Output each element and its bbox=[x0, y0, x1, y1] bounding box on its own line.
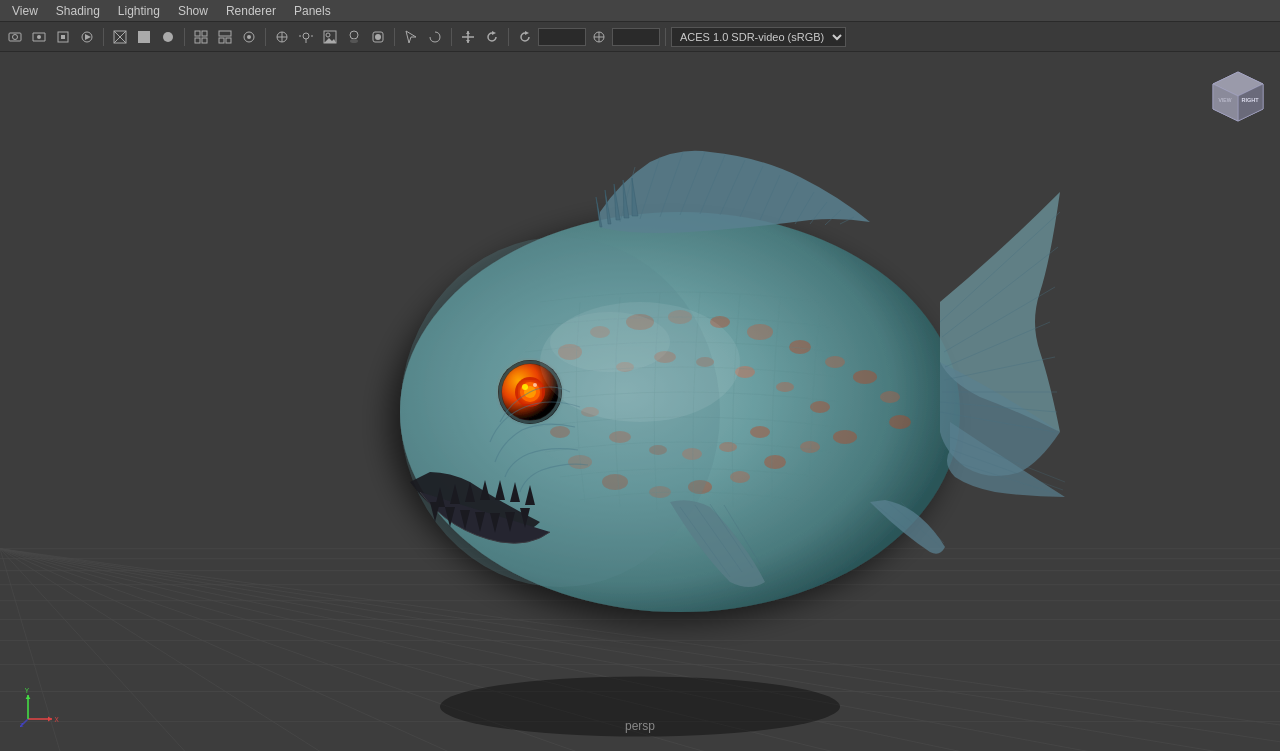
lasso-btn[interactable] bbox=[424, 26, 446, 48]
toolbar: 0.00 1.00 ACES 1.0 SDR-video (sRGB) bbox=[0, 22, 1280, 52]
svg-rect-17 bbox=[219, 31, 231, 36]
svg-rect-14 bbox=[202, 31, 207, 36]
svg-point-102 bbox=[719, 442, 737, 452]
snap-btn[interactable] bbox=[238, 26, 260, 48]
axis-indicator: X Y Z bbox=[20, 687, 60, 727]
svg-point-124 bbox=[522, 384, 528, 390]
svg-text:Y: Y bbox=[25, 687, 30, 694]
svg-point-33 bbox=[350, 39, 358, 43]
render-icon[interactable] bbox=[76, 26, 98, 48]
svg-marker-31 bbox=[324, 38, 336, 43]
svg-rect-16 bbox=[202, 38, 207, 43]
svg-point-90 bbox=[800, 441, 820, 453]
texture-btn[interactable] bbox=[319, 26, 341, 48]
select-btn[interactable] bbox=[400, 26, 422, 48]
separator-5 bbox=[451, 28, 452, 46]
svg-marker-39 bbox=[466, 31, 470, 34]
svg-point-35 bbox=[375, 34, 381, 40]
menu-item-view[interactable]: View bbox=[4, 2, 46, 20]
menu-item-show[interactable]: Show bbox=[170, 2, 216, 20]
svg-point-80 bbox=[880, 391, 900, 403]
separator-7 bbox=[665, 28, 666, 46]
svg-point-103 bbox=[750, 426, 770, 438]
svg-rect-19 bbox=[226, 38, 231, 43]
svg-point-79 bbox=[853, 370, 877, 384]
exposure-icon[interactable] bbox=[588, 26, 610, 48]
menu-item-shading[interactable]: Shading bbox=[48, 2, 108, 20]
svg-point-81 bbox=[889, 415, 911, 429]
svg-text:Z: Z bbox=[20, 722, 24, 727]
wireframe-btn[interactable] bbox=[109, 26, 131, 48]
separator-1 bbox=[103, 28, 104, 46]
svg-rect-5 bbox=[61, 35, 65, 39]
svg-rect-18 bbox=[219, 38, 224, 43]
svg-marker-172 bbox=[48, 717, 52, 722]
svg-point-25 bbox=[303, 33, 309, 39]
svg-point-88 bbox=[730, 471, 750, 483]
menu-item-renderer[interactable]: Renderer bbox=[218, 2, 284, 20]
viewport[interactable]: RIGHT VIEW persp X Y Z bbox=[0, 52, 1280, 751]
perspective-label: persp bbox=[625, 719, 655, 733]
svg-text:VIEW: VIEW bbox=[1219, 97, 1232, 103]
menu-bar: View Shading Lighting Show Renderer Pane… bbox=[0, 0, 1280, 22]
solid-btn[interactable] bbox=[133, 26, 155, 48]
svg-marker-175 bbox=[26, 695, 31, 699]
separator-3 bbox=[265, 28, 266, 46]
svg-marker-41 bbox=[492, 31, 496, 35]
camera-tool-btn[interactable] bbox=[4, 26, 26, 48]
svg-marker-40 bbox=[466, 40, 470, 43]
exposure-input[interactable]: 0.00 bbox=[538, 28, 586, 46]
svg-text:RIGHT: RIGHT bbox=[1241, 97, 1259, 103]
svg-point-78 bbox=[825, 356, 845, 368]
svg-point-21 bbox=[247, 35, 251, 39]
color-management-select[interactable]: ACES 1.0 SDR-video (sRGB) bbox=[671, 27, 846, 47]
layout-btn[interactable] bbox=[214, 26, 236, 48]
view-cube[interactable]: RIGHT VIEW bbox=[1208, 64, 1268, 124]
svg-point-96 bbox=[776, 382, 794, 392]
svg-rect-11 bbox=[138, 31, 150, 43]
svg-point-125 bbox=[533, 383, 537, 387]
svg-point-91 bbox=[833, 430, 857, 444]
svg-rect-15 bbox=[195, 38, 200, 43]
svg-point-3 bbox=[37, 35, 41, 39]
svg-marker-36 bbox=[406, 31, 416, 43]
svg-rect-13 bbox=[195, 31, 200, 36]
menu-item-lighting[interactable]: Lighting bbox=[110, 2, 168, 20]
svg-point-89 bbox=[764, 455, 786, 469]
isolate-btn[interactable] bbox=[271, 26, 293, 48]
separator-2 bbox=[184, 28, 185, 46]
svg-point-97 bbox=[810, 401, 830, 413]
svg-point-1 bbox=[13, 34, 18, 39]
smooth-btn[interactable] bbox=[157, 26, 179, 48]
transform-icon[interactable] bbox=[52, 26, 74, 48]
fish-3d-model bbox=[220, 102, 1080, 702]
svg-marker-42 bbox=[525, 31, 529, 35]
svg-marker-7 bbox=[85, 34, 91, 40]
gamma-input[interactable]: 1.00 bbox=[612, 28, 660, 46]
move-btn[interactable] bbox=[457, 26, 479, 48]
menu-item-panels[interactable]: Panels bbox=[286, 2, 339, 20]
svg-text:X: X bbox=[54, 716, 59, 723]
exposure-refresh-btn[interactable] bbox=[514, 26, 536, 48]
svg-point-12 bbox=[163, 32, 173, 42]
shadow-btn[interactable] bbox=[343, 26, 365, 48]
render2-btn[interactable] bbox=[367, 26, 389, 48]
separator-6 bbox=[508, 28, 509, 46]
light-btn[interactable] bbox=[295, 26, 317, 48]
svg-point-76 bbox=[747, 324, 773, 340]
svg-point-32 bbox=[350, 31, 358, 39]
svg-point-159 bbox=[550, 312, 670, 372]
separator-4 bbox=[394, 28, 395, 46]
svg-point-30 bbox=[326, 33, 330, 37]
rotate-btn[interactable] bbox=[481, 26, 503, 48]
camera-icon[interactable] bbox=[28, 26, 50, 48]
grid-btn[interactable] bbox=[190, 26, 212, 48]
